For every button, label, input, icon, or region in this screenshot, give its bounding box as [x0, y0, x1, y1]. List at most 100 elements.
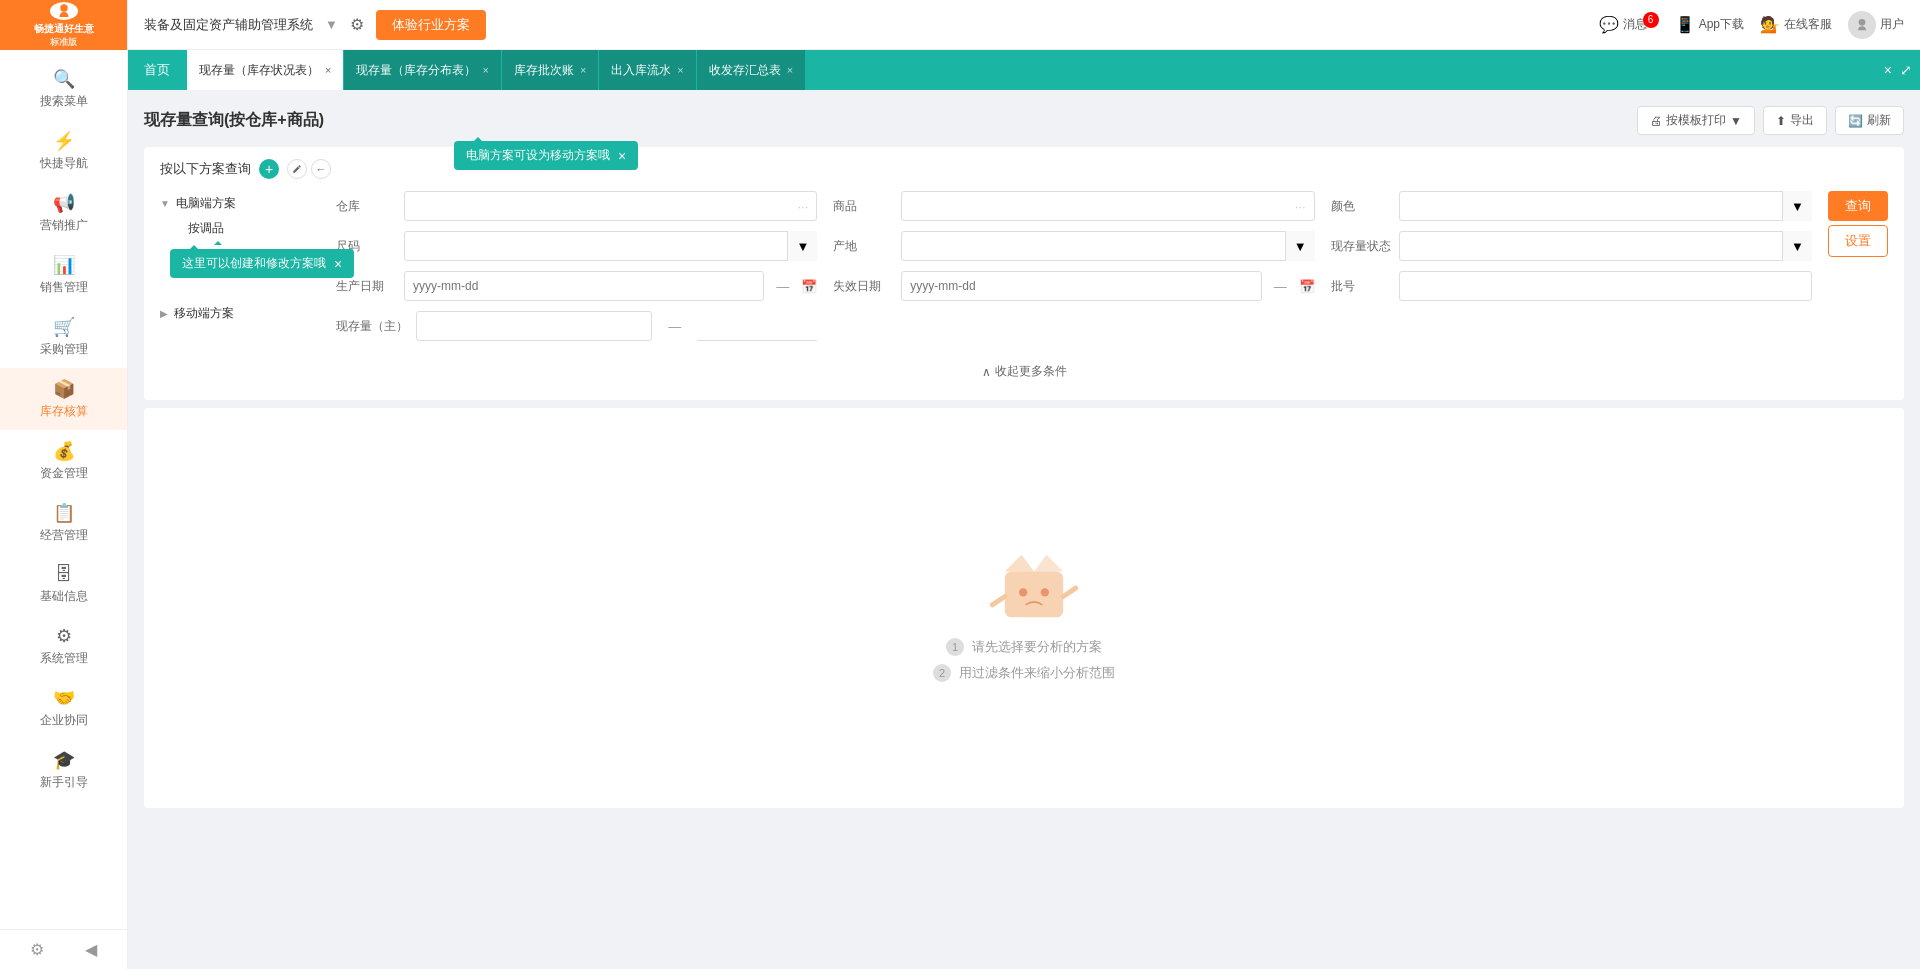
- color-dropdown-btn[interactable]: ▼: [1782, 191, 1812, 221]
- online-service-action[interactable]: 💁 在线客服: [1760, 15, 1832, 34]
- header-settings-btn[interactable]: ⚙: [350, 15, 364, 34]
- sidebar-item-label: 快捷导航: [40, 155, 88, 172]
- tab-close-all-btn[interactable]: ×: [1884, 62, 1892, 78]
- sidebar-item-label: 基础信息: [40, 588, 88, 605]
- sidebar-item-quick-nav[interactable]: ⚡ 快捷导航: [0, 120, 127, 182]
- origin-select[interactable]: [901, 231, 1314, 261]
- sidebar-item-enterprise[interactable]: 🤝 企业协同: [0, 677, 127, 739]
- tab-in-out-flow[interactable]: 出入库流水 ×: [598, 50, 695, 90]
- trial-button[interactable]: 体验行业方案: [376, 10, 486, 40]
- tab-close-icon[interactable]: ×: [580, 64, 586, 76]
- warehouse-input[interactable]: ···: [404, 191, 817, 221]
- tab-batch-account[interactable]: 库存批次账 ×: [501, 50, 598, 90]
- calendar-icon[interactable]: 📅: [801, 279, 817, 294]
- scheme-child-label: 按调品: [188, 220, 224, 237]
- production-date-label: 生产日期: [336, 278, 396, 295]
- tooltip2-close-btn[interactable]: ×: [334, 256, 342, 272]
- sidebar-item-inventory[interactable]: 📦 库存核算: [0, 368, 127, 430]
- stock-qty-separator: —: [668, 319, 681, 334]
- search-button[interactable]: 查询: [1828, 191, 1888, 221]
- scheme-mobile[interactable]: ▶ 移动端方案: [160, 301, 320, 326]
- filter-add-btn[interactable]: +: [259, 159, 279, 179]
- app-logo: 畅捷通好生意 标准版: [0, 0, 127, 50]
- color-select[interactable]: [1399, 191, 1812, 221]
- empty-illustration: [984, 534, 1064, 614]
- scheme-pc[interactable]: ▼ 电脑端方案: [160, 191, 320, 216]
- stock-qty-min[interactable]: [416, 311, 652, 341]
- origin-dropdown-btn[interactable]: ▼: [1285, 231, 1315, 261]
- message-badge: 6: [1643, 12, 1659, 28]
- tab-expand-btn[interactable]: ⤢: [1900, 62, 1912, 78]
- stock-status-select[interactable]: [1399, 231, 1812, 261]
- refresh-label: 刷新: [1867, 112, 1891, 129]
- filter-label: 按以下方案查询: [160, 160, 251, 178]
- field-stock-qty: 现存量（主） —: [336, 311, 817, 341]
- inventory-icon: 📦: [53, 378, 75, 400]
- tab-close-icon[interactable]: ×: [677, 64, 683, 76]
- content-area: 现存量查询(按仓库+商品) 🖨 按模板打印 ▼ ⬆ 导出 🔄 刷新: [128, 90, 1920, 824]
- user-action[interactable]: 用户: [1848, 11, 1904, 39]
- sidebar-item-search[interactable]: 🔍 搜索菜单: [0, 58, 127, 120]
- print-btn[interactable]: 🖨 按模板打印 ▼: [1637, 106, 1755, 135]
- svg-line-5: [992, 597, 1005, 605]
- settings-button[interactable]: 设置: [1828, 225, 1888, 257]
- expiry-date-start[interactable]: [901, 271, 1261, 301]
- sidebar-item-marketing[interactable]: 📢 营销推广: [0, 182, 127, 244]
- top-header: 装备及固定资产辅助管理系统 ▼ ⚙ 体验行业方案 💬 消息 6 📱 App下载 …: [128, 0, 1920, 50]
- marketing-icon: 📢: [53, 192, 75, 214]
- stock-status-dropdown-btn[interactable]: ▼: [1782, 231, 1812, 261]
- size-select[interactable]: [404, 231, 817, 261]
- batch-input[interactable]: [1399, 271, 1812, 301]
- expand-icon: ▶: [160, 308, 168, 319]
- refresh-btn[interactable]: 🔄 刷新: [1835, 106, 1904, 135]
- sidebar-item-purchase[interactable]: 🛒 采购管理: [0, 306, 127, 368]
- sidebar-item-sales[interactable]: 📊 销售管理: [0, 244, 127, 306]
- sidebar-item-finance[interactable]: 💰 资金管理: [0, 430, 127, 492]
- page-content: 现存量查询(按仓库+商品) 🖨 按模板打印 ▼ ⬆ 导出 🔄 刷新: [128, 90, 1920, 969]
- filter-row-2: 尺码 ▼ 产地 ▼: [336, 231, 1812, 261]
- stock-qty-line: [697, 311, 817, 341]
- tooltip-close-btn[interactable]: ×: [618, 148, 626, 164]
- svg-point-4: [1041, 588, 1049, 596]
- collapse-btn[interactable]: ∧ 收起更多条件: [160, 355, 1888, 388]
- field-batch: 批号: [1331, 271, 1812, 301]
- scheme-pc-child[interactable]: 按调品: [180, 216, 320, 241]
- basic-icon: 🗄: [55, 564, 73, 585]
- expiry-calendar-icon[interactable]: 📅: [1299, 279, 1315, 294]
- filter-edit-btn[interactable]: [287, 159, 307, 179]
- tab-close-icon[interactable]: ×: [482, 64, 488, 76]
- tab-inventory-status[interactable]: 现存量（库存状况表） ×: [186, 50, 343, 90]
- field-stock-status: 现存量状态 ▼: [1331, 231, 1812, 261]
- export-btn[interactable]: ⬆ 导出: [1763, 106, 1827, 135]
- tab-inventory-dist[interactable]: 现存量（库存分布表） ×: [343, 50, 500, 90]
- app-download-action[interactable]: 📱 App下载: [1675, 15, 1744, 34]
- sidebar-item-basic[interactable]: 🗄 基础信息: [0, 554, 127, 615]
- tab-close-icon[interactable]: ×: [787, 64, 793, 76]
- operation-icon: 📋: [53, 502, 75, 524]
- sidebar-item-system[interactable]: ⚙ 系统管理: [0, 615, 127, 677]
- goods-input[interactable]: ···: [901, 191, 1314, 221]
- service-icon: 💁: [1760, 15, 1780, 34]
- tab-home[interactable]: 首页: [128, 50, 186, 90]
- tab-close-icon[interactable]: ×: [325, 64, 331, 76]
- message-action[interactable]: 💬 消息 6: [1599, 15, 1659, 34]
- tab-collect-summary[interactable]: 收发存汇总表 ×: [696, 50, 805, 90]
- sidebar-settings-btn[interactable]: ⚙: [30, 940, 44, 959]
- system-name: 装备及固定资产辅助管理系统: [144, 16, 313, 34]
- sidebar-item-guide[interactable]: 🎓 新手引导: [0, 739, 127, 801]
- sidebar-item-operation[interactable]: 📋 经营管理: [0, 492, 127, 554]
- system-dropdown-icon[interactable]: ▼: [325, 17, 338, 32]
- sidebar-collapse-btn[interactable]: ◀: [85, 940, 97, 959]
- batch-label: 批号: [1331, 278, 1391, 295]
- production-date-start[interactable]: [404, 271, 764, 301]
- app-download-label: App下载: [1699, 16, 1744, 33]
- svg-point-3: [1019, 588, 1027, 596]
- field-color: 颜色 ▼: [1331, 191, 1812, 221]
- filter-arrow-btn[interactable]: ←: [311, 159, 331, 179]
- tab-label: 出入库流水: [611, 62, 671, 79]
- sidebar-item-label: 销售管理: [40, 279, 88, 296]
- logo-badge: 标准版: [50, 36, 77, 49]
- empty-step-2: 2 用过滤条件来缩小分析范围: [933, 664, 1115, 682]
- sidebar-item-label: 新手引导: [40, 774, 88, 791]
- size-dropdown-btn[interactable]: ▼: [787, 231, 817, 261]
